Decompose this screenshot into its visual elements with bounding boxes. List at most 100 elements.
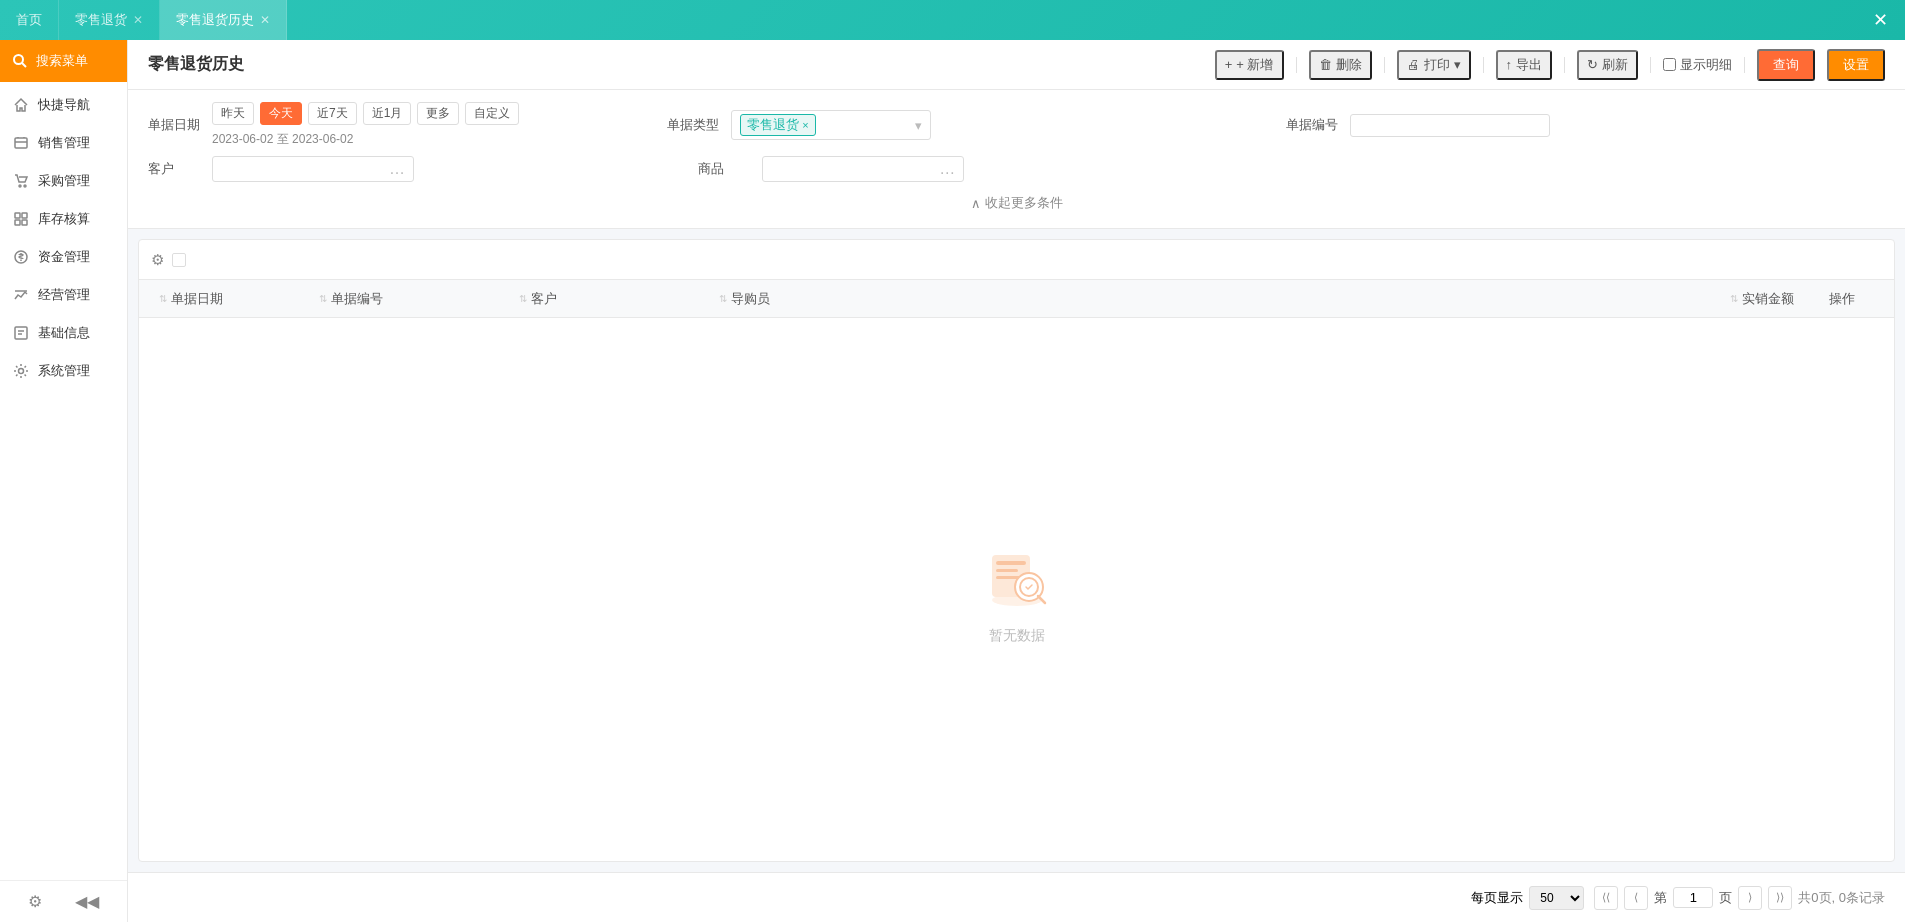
customer-input[interactable] xyxy=(221,162,389,177)
sidebar-item-sales[interactable]: 销售管理 xyxy=(0,124,127,162)
filter-goods-field: 商品 … xyxy=(698,156,1228,182)
goods-input[interactable] xyxy=(771,162,939,177)
volume-button[interactable]: ◀◀ xyxy=(75,892,99,911)
page-number-input[interactable] xyxy=(1673,887,1713,908)
per-page-select[interactable]: 20 50 100 200 xyxy=(1529,886,1584,910)
sidebar-footer: ⚙ ◀◀ xyxy=(0,880,127,922)
voucher-type-input[interactable]: 零售退货 × ▾ xyxy=(731,110,931,140)
sidebar-search[interactable]: 搜索菜单 xyxy=(0,40,127,82)
sidebar-item-system[interactable]: 系统管理 xyxy=(0,352,127,390)
sidebar-item-basic[interactable]: 基础信息 xyxy=(0,314,127,352)
date-filter: 昨天 今天 近7天 近1月 更多 自定义 2023-06-02 至 2023-0… xyxy=(212,102,647,148)
date-btn-today[interactable]: 今天 xyxy=(260,102,302,125)
voucher-type-dropdown-icon[interactable]: ▾ xyxy=(915,118,922,133)
sidebar-item-operations[interactable]: 经营管理 xyxy=(0,276,127,314)
sidebar-item-quick-nav[interactable]: 快捷导航 xyxy=(0,86,127,124)
sidebar-search-label: 搜索菜单 xyxy=(36,52,88,70)
tab-retail-return-close[interactable]: ✕ xyxy=(133,13,143,27)
goods-input-wrap: … xyxy=(762,156,964,182)
print-label: 打印 xyxy=(1424,56,1450,74)
page-title: 零售退货历史 xyxy=(148,54,244,75)
header-actions: + + 新增 🗑 删除 🖨 打印 ▾ ↑ 导出 xyxy=(1215,49,1885,81)
svg-point-0 xyxy=(14,55,23,64)
tab-home-label: 首页 xyxy=(16,11,42,29)
query-label: 查询 xyxy=(1773,56,1799,74)
page-header: 零售退货历史 + + 新增 🗑 删除 🖨 打印 ▾ xyxy=(128,40,1905,90)
page-total-text: 共0页, 0条记录 xyxy=(1798,889,1885,907)
voucher-type-tag-close[interactable]: × xyxy=(802,119,808,131)
show-detail-checkbox[interactable] xyxy=(1663,58,1676,71)
date-btn-custom[interactable]: 自定义 xyxy=(465,102,519,125)
th-guide-label: 导购员 xyxy=(731,290,770,308)
th-action: 操作 xyxy=(1802,290,1882,308)
tab-home[interactable]: 首页 xyxy=(0,0,59,40)
th-action-label: 操作 xyxy=(1829,290,1855,308)
date-range-text: 2023-06-02 至 2023-06-02 xyxy=(212,131,353,148)
svg-rect-6 xyxy=(22,213,27,218)
date-btn-more[interactable]: 更多 xyxy=(417,102,459,125)
date-btn-yesterday[interactable]: 昨天 xyxy=(212,102,254,125)
svg-rect-15 xyxy=(996,569,1018,572)
nav-label-operations: 经营管理 xyxy=(38,286,90,304)
sort-date-icon[interactable]: ⇅ xyxy=(159,293,167,304)
show-detail-label: 显示明细 xyxy=(1680,56,1732,74)
page-last-button[interactable]: ⟩⟩ xyxy=(1768,886,1792,910)
collapse-label: 收起更多条件 xyxy=(985,194,1063,212)
refresh-label: 刷新 xyxy=(1602,56,1628,74)
settings-action-button[interactable]: 设置 xyxy=(1827,49,1885,81)
voucher-type-label: 单据类型 xyxy=(667,116,723,134)
new-icon: + xyxy=(1225,57,1233,72)
operations-icon xyxy=(12,286,30,304)
nav-label-basic: 基础信息 xyxy=(38,324,90,342)
sidebar-nav: 快捷导航 销售管理 采 xyxy=(0,82,127,880)
show-detail-checkbox-wrap[interactable]: 显示明细 xyxy=(1663,56,1732,74)
svg-rect-2 xyxy=(15,138,27,148)
table-header: ⇅ 单据日期 ⇅ 单据编号 ⇅ 客户 ⇅ 导购员 ⇅ 实销金额 xyxy=(139,280,1894,318)
th-amount-label: 实销金额 xyxy=(1742,290,1794,308)
tab-retail-return-history[interactable]: 零售退货历史 ✕ xyxy=(160,0,287,40)
page-next-button[interactable]: ⟩ xyxy=(1738,886,1762,910)
date-btn-7days[interactable]: 近7天 xyxy=(308,102,357,125)
new-label: + 新增 xyxy=(1236,56,1273,74)
filter-date-field: 单据日期 昨天 今天 近7天 近1月 更多 自定义 2023-06-02 至 2… xyxy=(148,102,647,148)
window-close-button[interactable]: ✕ xyxy=(1855,0,1905,40)
refresh-button[interactable]: ↻ 刷新 xyxy=(1577,50,1638,80)
sidebar-item-purchase[interactable]: 采购管理 xyxy=(0,162,127,200)
pagination: 每页显示 20 50 100 200 ⟨⟨ ⟨ 第 页 ⟩ ⟩⟩ 共0页, 0条… xyxy=(128,872,1905,922)
sort-voucher-icon[interactable]: ⇅ xyxy=(319,293,327,304)
th-amount: ⇅ 实销金额 xyxy=(1682,290,1802,308)
settings-button[interactable]: ⚙ xyxy=(28,892,42,911)
collapse-button[interactable]: ∧ 收起更多条件 xyxy=(148,190,1885,216)
print-button[interactable]: 🖨 打印 ▾ xyxy=(1397,50,1471,80)
sort-guide-icon[interactable]: ⇅ xyxy=(719,293,727,304)
page-first-button[interactable]: ⟨⟨ xyxy=(1594,886,1618,910)
export-button[interactable]: ↑ 导出 xyxy=(1496,50,1553,80)
query-button[interactable]: 查询 xyxy=(1757,49,1815,81)
sort-customer-icon[interactable]: ⇅ xyxy=(519,293,527,304)
nav-label-sales: 销售管理 xyxy=(38,134,90,152)
table-settings-icon[interactable]: ⚙ xyxy=(151,251,164,269)
voucher-no-input[interactable] xyxy=(1359,118,1541,133)
svg-rect-5 xyxy=(15,213,20,218)
sidebar-item-inventory[interactable]: 库存核算 xyxy=(0,200,127,238)
date-filter-label: 单据日期 xyxy=(148,116,204,134)
page-prev-button[interactable]: ⟨ xyxy=(1624,886,1648,910)
settings-action-label: 设置 xyxy=(1843,56,1869,74)
collapse-row: ∧ 收起更多条件 xyxy=(148,190,1885,216)
new-button[interactable]: + + 新增 xyxy=(1215,50,1284,80)
customer-input-more-icon[interactable]: … xyxy=(389,160,405,178)
date-btn-1month[interactable]: 近1月 xyxy=(363,102,412,125)
divider-1 xyxy=(1296,57,1297,73)
goods-input-more-icon[interactable]: … xyxy=(939,160,955,178)
delete-button[interactable]: 🗑 删除 xyxy=(1309,50,1372,80)
voucher-no-label: 单据编号 xyxy=(1286,116,1342,134)
sort-amount-icon[interactable]: ⇅ xyxy=(1730,293,1738,304)
filter-area: 单据日期 昨天 今天 近7天 近1月 更多 自定义 2023-06-02 至 2… xyxy=(128,90,1905,229)
page-label: 第 xyxy=(1654,889,1667,907)
divider-5 xyxy=(1650,57,1651,73)
tab-retail-return-history-close[interactable]: ✕ xyxy=(260,13,270,27)
select-all-checkbox[interactable] xyxy=(172,253,186,267)
tab-retail-return[interactable]: 零售退货 ✕ xyxy=(59,0,160,40)
sidebar-item-finance[interactable]: 资金管理 xyxy=(0,238,127,276)
page-navigation: ⟨⟨ ⟨ 第 页 ⟩ ⟩⟩ 共0页, 0条记录 xyxy=(1594,886,1885,910)
